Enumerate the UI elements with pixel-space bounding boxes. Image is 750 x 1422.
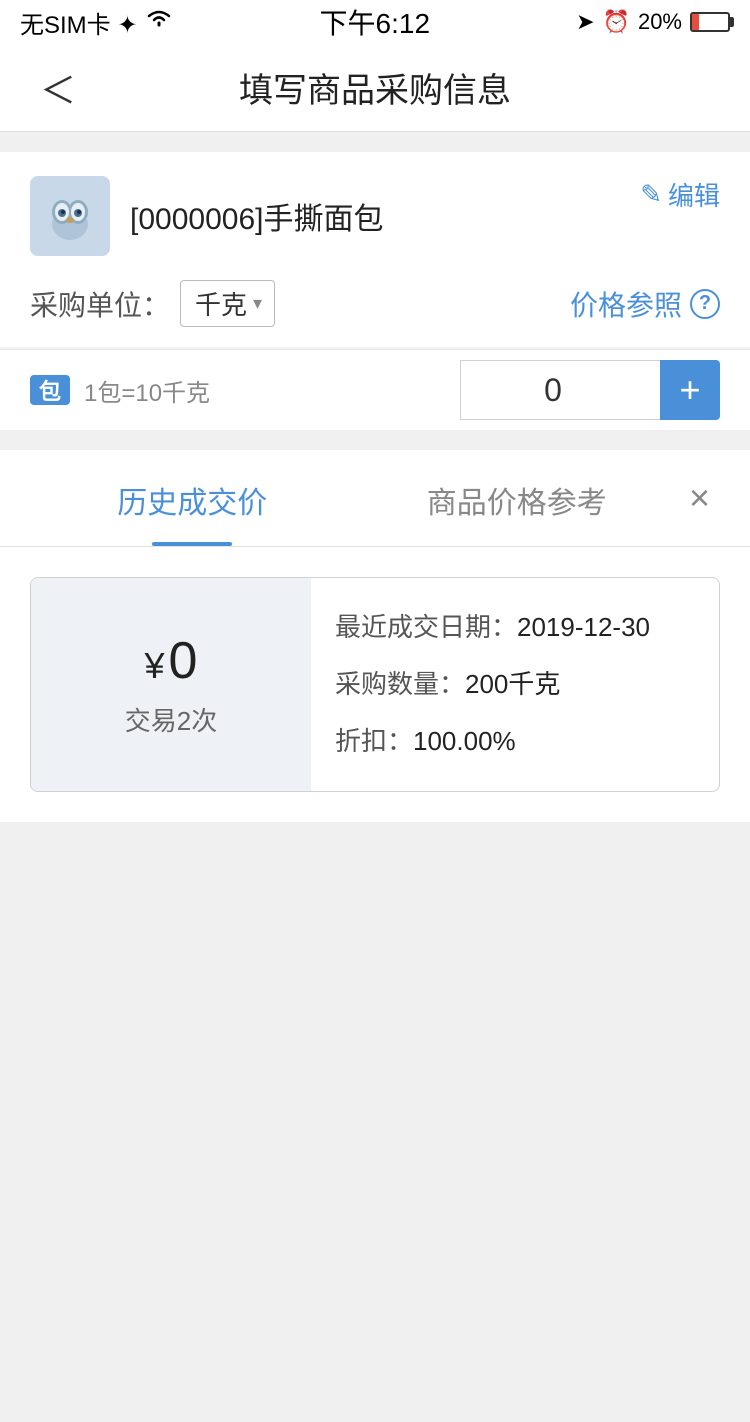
package-label: 包 [39,374,61,406]
date-label: 最近成交日期： [335,612,517,642]
trade-count: 交易2次 [125,701,217,738]
status-bar: 无SIM卡 ✦ 下午6:12 ➤ ⏰ 20% [0,0,750,44]
qty-input-area: + [460,360,720,420]
product-thumbnail [30,176,110,256]
chevron-down-icon: ▾ [253,293,262,314]
date-row: 最近成交日期：2019-12-30 [335,608,695,647]
discount-label: 折扣： [335,726,413,756]
location-icon: ➤ [576,9,594,35]
package-icon: 包 [30,375,70,405]
edit-label: 编辑 [668,176,720,213]
tab-product-price[interactable]: 商品价格参考 [354,450,678,546]
price-ref-button[interactable]: 价格参照 ? [570,284,720,324]
price-ref-label: 价格参照 [570,284,682,324]
unit-prefix: 采购单位： [30,284,170,324]
status-left: 无SIM卡 ✦ [20,5,173,40]
tab-history-price[interactable]: 历史成交价 [30,450,354,546]
tabs-header: 历史成交价 商品价格参考 × [0,450,750,547]
card-left: ¥ 0 交易2次 [31,578,311,791]
quantity-section: 包 1包=10千克 + [0,349,750,430]
discount-value: 100.00% [413,726,516,756]
status-time: 下午6:12 [320,2,431,42]
back-button[interactable]: ＜ [30,52,86,124]
qty-conversion: 1包=10千克 [84,373,210,408]
discount-row: 折扣：100.00% [335,722,695,761]
bottom-space [0,822,750,1422]
quantity-input[interactable] [460,360,660,420]
qty-plus-button[interactable]: + [660,360,720,420]
edit-icon: ✎ [640,179,662,210]
yuan-symbol: ¥ [145,645,165,687]
page-title: 填写商品采购信息 [239,63,511,112]
unit-label: 采购单位： 千克 ▾ [30,280,275,327]
tabs-container: 历史成交价 商品价格参考 × ¥ 0 交易2次 最近成交日期：2019-12-3… [0,450,750,822]
battery-pct: 20% [638,9,682,35]
unit-value: 千克 [195,285,247,322]
card-price: ¥ 0 [145,631,198,691]
product-name: [0000006]手撕面包 [130,194,383,238]
unit-select[interactable]: 千克 ▾ [180,280,275,327]
product-section: [0000006]手撕面包 ✎ 编辑 采购单位： 千克 ▾ 价格参照 ? [0,152,750,347]
qty-detail-label: 采购数量： [335,669,465,699]
status-right: ➤ ⏰ 20% [576,9,730,35]
product-info: [0000006]手撕面包 [30,176,383,256]
help-icon: ? [690,289,720,319]
history-card: ¥ 0 交易2次 最近成交日期：2019-12-30 采购数量：200千克 折扣… [30,577,720,792]
qty-detail-value: 200千克 [465,669,560,699]
card-right: 最近成交日期：2019-12-30 采购数量：200千克 折扣：100.00% [311,578,719,791]
battery-icon [690,12,730,32]
date-value: 2019-12-30 [517,612,650,642]
tab-product-label: 商品价格参考 [427,487,607,520]
alarm-icon: ⏰ [603,9,630,35]
qty-unit-label: 包 1包=10千克 [30,373,460,408]
page-header: ＜ 填写商品采购信息 [0,44,750,132]
history-content: ¥ 0 交易2次 最近成交日期：2019-12-30 采购数量：200千克 折扣… [0,547,750,822]
wifi-icon [145,8,173,36]
tab-close-button[interactable]: × [679,470,720,526]
edit-button[interactable]: ✎ 编辑 [640,176,720,213]
carrier-text: 无SIM卡 ✦ [20,5,137,40]
tab-history-label: 历史成交价 [117,487,267,520]
price-value: 0 [169,631,198,691]
qty-row: 采购数量：200千克 [335,665,695,704]
